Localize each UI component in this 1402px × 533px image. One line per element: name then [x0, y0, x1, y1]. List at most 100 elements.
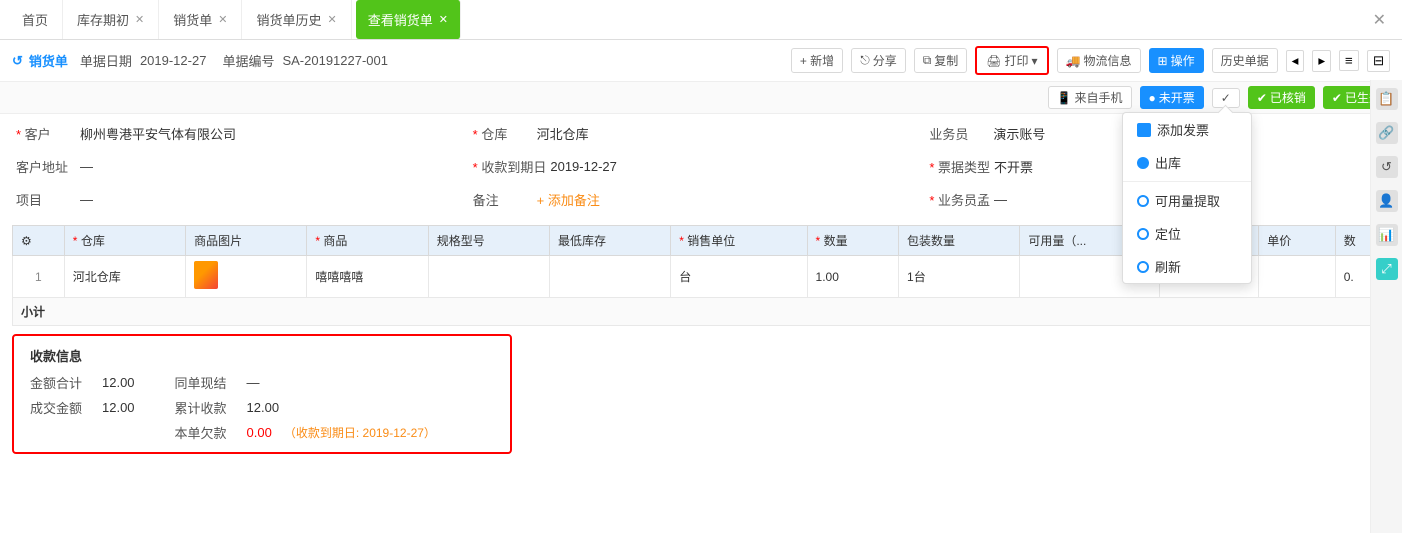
global-close-button[interactable]: ✕ [1365, 10, 1394, 30]
payment-info: 收款信息 金额合计 12.00 成交金额 12.00 [12, 334, 512, 454]
unpaid-button[interactable]: ● 未开票 [1140, 86, 1204, 109]
right-icon-2[interactable]: 🔗 [1376, 122, 1398, 144]
salesperson-value: — [994, 192, 1007, 207]
address-value: — [80, 159, 93, 174]
view-toggle-2[interactable]: ⊟ [1367, 50, 1390, 72]
amount-total-value: 12.00 [102, 375, 135, 390]
share-button[interactable]: ⎋ 分享 [851, 48, 906, 73]
address-field: 客户地址 — [16, 157, 473, 176]
trade-amount-value: 12.00 [102, 400, 135, 415]
cumulative-value: 12.00 [247, 400, 280, 415]
due-date-field: 收款到期日 2019-12-27 [473, 157, 930, 176]
col-price: 单价 [1259, 226, 1336, 256]
same-order-label: 同单现结 [175, 373, 239, 392]
row-warehouse: 河北仓库 [64, 256, 185, 298]
doc-number-field: 单据编号 SA-20191227-001 [222, 51, 388, 70]
doc-meta: 单据日期 2019-12-27 单据编号 SA-20191227-001 [80, 51, 388, 70]
print-button[interactable]: 🖨 打印 ▾ [978, 49, 1045, 72]
logistics-button[interactable]: 🚚 物流信息 [1057, 48, 1141, 73]
staff-label: 业务员 [929, 124, 989, 143]
row-pack-qty: 1台 [899, 256, 1020, 298]
next-button[interactable]: ▸ [1312, 50, 1331, 72]
note-field: 备注 + 添加备注 [473, 190, 930, 209]
payment-title: 收款信息 [30, 346, 494, 365]
ticket-type-value: 不开票 [994, 157, 1033, 176]
available-qty-item[interactable]: 可用量提取 [1123, 184, 1251, 217]
confirmed-button[interactable]: ✔ 已核销 [1248, 86, 1315, 109]
history-button[interactable]: 历史单据 [1212, 48, 1278, 73]
print-icon: 🖨 [986, 54, 1001, 68]
copy-icon: ⧉ [923, 53, 932, 68]
effective-icon: ✔ [1332, 91, 1342, 105]
copy-button[interactable]: ⧉ 复制 [914, 48, 968, 73]
col-qty: 数量 [807, 226, 898, 256]
outbound-label: 出库 [1155, 153, 1181, 172]
divider-1 [1123, 181, 1251, 182]
bottom-section: 收款信息 金额合计 12.00 成交金额 12.00 [0, 326, 1402, 462]
owe-row: 本单欠款 0.00 （收款到期日: 2019-12-27） [175, 423, 436, 442]
tab-inventory-init[interactable]: 库存期初 ✕ [63, 0, 159, 39]
col-product: 商品 [307, 226, 428, 256]
close-icon[interactable]: ✕ [439, 13, 448, 26]
from-phone-button[interactable]: 📱 来自手机 [1048, 86, 1132, 109]
status-bar: 📱 来自手机 ● 未开票 ✓ ✔ 已核销 ✔ 已生效 [0, 82, 1402, 114]
row-qty: 1.00 [807, 256, 898, 298]
add-invoice-label: 添加发票 [1157, 120, 1209, 139]
tab-bar: 首页 库存期初 ✕ 销货单 ✕ 销货单历史 ✕ 查看销货单 ✕ ✕ [0, 0, 1402, 40]
dropdown-arrow-icon: ▾ [1032, 54, 1038, 68]
main-content: ↺ 销货单 单据日期 2019-12-27 单据编号 SA-20191227-0… [0, 40, 1402, 533]
customer-value: 柳州粤港平安气体有限公司 [80, 124, 236, 143]
prev-button[interactable]: ◂ [1286, 50, 1305, 72]
grid-icon: ⊞ [1158, 54, 1168, 68]
close-icon[interactable]: ✕ [218, 13, 227, 26]
plus-icon: + [537, 193, 545, 208]
ticket-type-label: 票据类型 [929, 157, 990, 176]
new-button[interactable]: + 新增 [791, 48, 843, 73]
tab-sales-history[interactable]: 销货单历史 ✕ [242, 0, 351, 39]
tab-home[interactable]: 首页 [8, 0, 63, 39]
cumulative-row: 累计收款 12.00 [175, 398, 436, 417]
row-min-stock [549, 256, 670, 298]
tab-sales-order[interactable]: 销货单 ✕ [159, 0, 242, 39]
project-label: 项目 [16, 190, 76, 209]
operation-button[interactable]: ⊞ 操作 [1149, 48, 1204, 73]
right-icon-expand[interactable]: ⤢ [1376, 258, 1398, 280]
col-warehouse: 仓库 [64, 226, 185, 256]
right-icon-3[interactable]: ↺ [1376, 156, 1398, 178]
outbound-item[interactable]: 出库 [1123, 146, 1251, 179]
row-product: 嘻嘻嘻嘻 [307, 256, 428, 298]
close-icon[interactable]: ✕ [135, 13, 144, 26]
payment-rows: 金额合计 12.00 成交金额 12.00 同单现结 — [30, 373, 494, 442]
right-icons-panel: 📋 🔗 ↺ 👤 📊 ⤢ [1370, 80, 1402, 533]
truck-icon: 🚚 [1066, 54, 1081, 68]
circle-icon: ● [1149, 91, 1156, 105]
add-invoice-item[interactable]: 添加发票 [1123, 113, 1251, 146]
amount-total-row: 金额合计 12.00 [30, 373, 135, 392]
right-icon-4[interactable]: 👤 [1376, 190, 1398, 212]
refresh-label: 刷新 [1155, 257, 1181, 276]
add-note-button[interactable]: + 添加备注 [537, 190, 600, 209]
close-icon[interactable]: ✕ [328, 13, 337, 26]
doc-header: ↺ 销货单 单据日期 2019-12-27 单据编号 SA-20191227-0… [0, 40, 1402, 82]
location-item[interactable]: 定位 [1123, 217, 1251, 250]
row-unit: 台 [671, 256, 807, 298]
available-qty-icon [1137, 195, 1149, 207]
product-image [194, 261, 218, 289]
warehouse-label: 仓库 [473, 124, 533, 143]
print-highlight: 🖨 打印 ▾ [975, 46, 1048, 75]
view-toggle-1[interactable]: ≡ [1339, 50, 1359, 71]
col-gear: ⚙ [13, 226, 65, 256]
tab-view-sales[interactable]: 查看销货单 ✕ [356, 0, 461, 39]
outbound-icon [1137, 157, 1149, 169]
invoice-icon [1137, 123, 1151, 137]
right-icon-5[interactable]: 📊 [1376, 224, 1398, 246]
col-min-stock: 最低库存 [549, 226, 670, 256]
warehouse-value: 河北仓库 [537, 124, 589, 143]
check-circle-icon: ✔ [1257, 91, 1267, 105]
subtotal-label: 小计 [13, 298, 1390, 326]
project-value: — [80, 192, 93, 207]
owe-value: 0.00 [247, 425, 272, 440]
refresh-item[interactable]: 刷新 [1123, 250, 1251, 283]
payment-col-1: 金额合计 12.00 成交金额 12.00 [30, 373, 135, 442]
right-icon-1[interactable]: 📋 [1376, 88, 1398, 110]
